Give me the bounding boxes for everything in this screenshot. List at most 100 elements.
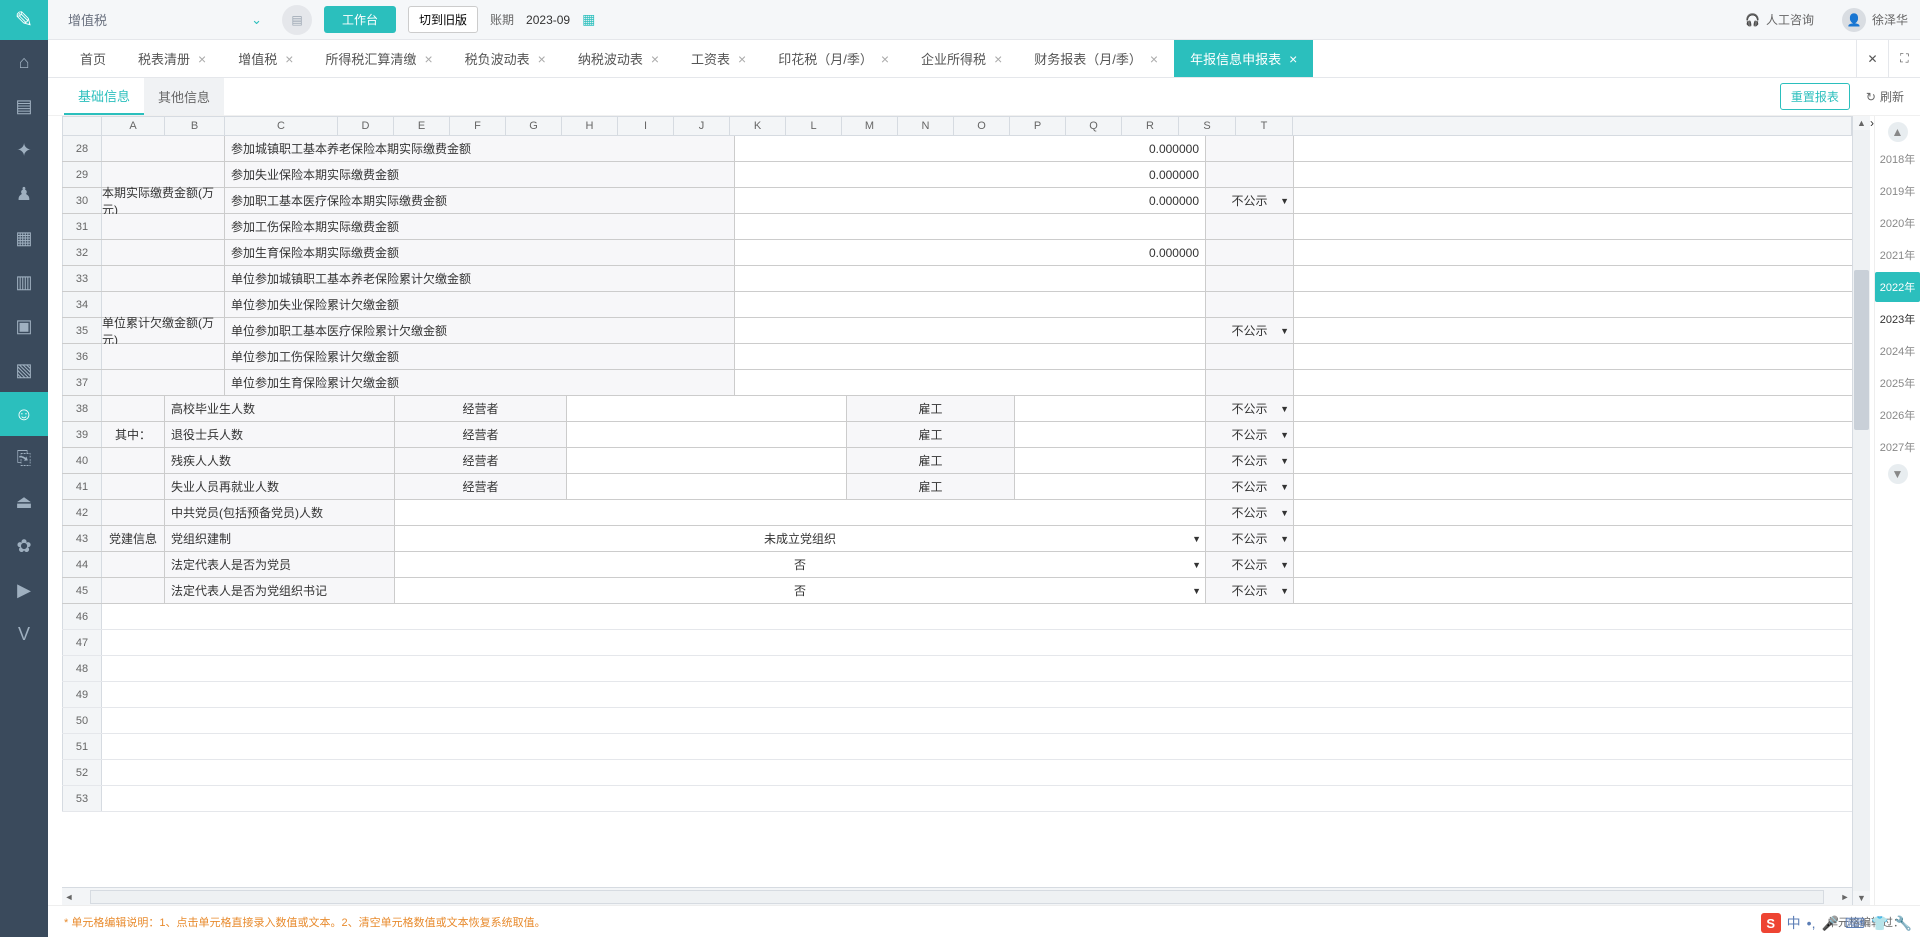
tab-首页[interactable]: 首页 <box>64 40 122 77</box>
subtab-basic[interactable]: 基础信息 <box>64 78 144 115</box>
row-header-46[interactable]: 46 <box>62 604 102 629</box>
row-header-51[interactable]: 51 <box>62 734 102 759</box>
column-header-D[interactable]: D <box>338 117 394 135</box>
row-header-32[interactable]: 32 <box>62 240 102 265</box>
close-icon[interactable]: × <box>881 51 889 67</box>
cell-value[interactable] <box>735 266 1206 291</box>
column-header-F[interactable]: F <box>450 117 506 135</box>
row-header-42[interactable]: 42 <box>62 500 102 525</box>
ime-punct-icon[interactable]: •, <box>1807 915 1816 931</box>
cell-value[interactable] <box>735 214 1206 239</box>
cell-value[interactable] <box>1015 474 1206 499</box>
cell-value[interactable] <box>567 448 847 473</box>
column-header-H[interactable]: H <box>562 117 618 135</box>
reset-report-button[interactable]: 重置报表 <box>1780 83 1850 110</box>
ime-skin-icon[interactable]: 👕 <box>1871 915 1888 932</box>
vertical-scrollbar[interactable]: ▲ ▼ <box>1852 116 1870 905</box>
row-header-33[interactable]: 33 <box>62 266 102 291</box>
row-header-35[interactable]: 35 <box>62 318 102 343</box>
nav-chart-icon[interactable]: ✦ <box>0 128 48 172</box>
ime-lang-icon[interactable]: 中 <box>1787 913 1801 933</box>
cell-value[interactable]: 0.000000 <box>735 240 1206 265</box>
column-header-O[interactable]: O <box>954 117 1010 135</box>
nav-play-icon[interactable]: ▶ <box>0 568 48 612</box>
tab-工资表[interactable]: 工资表× <box>675 40 762 77</box>
row-header-47[interactable]: 47 <box>62 630 102 655</box>
tab-税负波动表[interactable]: 税负波动表× <box>449 40 562 77</box>
support-link[interactable]: 🎧 人工咨询 <box>1745 11 1814 28</box>
disclose-select[interactable]: 不公示▼ <box>1206 188 1294 213</box>
column-header-I[interactable]: I <box>618 117 674 135</box>
cell-value[interactable]: 0.000000 <box>735 188 1206 213</box>
tab-增值税[interactable]: 增值税× <box>222 40 309 77</box>
select-all-corner[interactable] <box>62 117 102 135</box>
nav-tray-icon[interactable]: ⏏ <box>0 480 48 524</box>
row-header-45[interactable]: 45 <box>62 578 102 603</box>
year-2023年[interactable]: 2023年 <box>1875 304 1920 334</box>
period-value[interactable]: 2023-09 <box>526 13 570 27</box>
tab-企业所得税[interactable]: 企业所得税× <box>905 40 1018 77</box>
disclose-select[interactable]: 不公示▼ <box>1206 448 1294 473</box>
column-header-Q[interactable]: Q <box>1066 117 1122 135</box>
column-header-G[interactable]: G <box>506 117 562 135</box>
cell-select[interactable]: 否▼ <box>395 578 1206 603</box>
column-header-R[interactable]: R <box>1122 117 1179 135</box>
year-2021年[interactable]: 2021年 <box>1875 240 1920 270</box>
refresh-button[interactable]: ↻ 刷新 <box>1866 88 1904 105</box>
empty-cell[interactable] <box>102 630 1852 655</box>
document-icon[interactable]: ▤ <box>282 5 312 35</box>
cell-value[interactable] <box>1015 396 1206 421</box>
column-header-J[interactable]: J <box>674 117 730 135</box>
cell-value[interactable] <box>395 500 1206 525</box>
column-header-L[interactable]: L <box>786 117 842 135</box>
close-icon[interactable]: × <box>994 51 1002 67</box>
ime-keyboard-icon[interactable]: ⌨ <box>1845 915 1865 932</box>
row-header-48[interactable]: 48 <box>62 656 102 681</box>
tab-年报信息申报表[interactable]: 年报信息申报表× <box>1174 40 1313 77</box>
disclose-select[interactable]: 不公示▼ <box>1206 526 1294 551</box>
column-header-B[interactable]: B <box>165 117 225 135</box>
row-header-52[interactable]: 52 <box>62 760 102 785</box>
year-2018年[interactable]: 2018年 <box>1875 144 1920 174</box>
cell-value[interactable] <box>1015 422 1206 447</box>
user-menu[interactable]: 👤 徐泽华 <box>1842 8 1908 32</box>
disclose-select[interactable]: 不公示▼ <box>1206 422 1294 447</box>
year-down-icon[interactable]: ▼ <box>1888 464 1908 484</box>
cell-value[interactable] <box>735 344 1206 369</box>
close-icon[interactable]: × <box>651 51 659 67</box>
nav-clipboard-icon[interactable]: ▦ <box>0 216 48 260</box>
ime-logo-icon[interactable]: S <box>1761 913 1781 933</box>
cell-value[interactable] <box>1015 448 1206 473</box>
close-icon[interactable]: × <box>424 51 432 67</box>
year-2024年[interactable]: 2024年 <box>1875 336 1920 366</box>
column-header-K[interactable]: K <box>730 117 786 135</box>
row-header-36[interactable]: 36 <box>62 344 102 369</box>
row-header-37[interactable]: 37 <box>62 370 102 395</box>
disclose-select[interactable]: 不公示▼ <box>1206 552 1294 577</box>
empty-cell[interactable] <box>102 656 1852 681</box>
empty-cell[interactable] <box>102 708 1852 733</box>
column-header-S[interactable]: S <box>1179 117 1236 135</box>
tab-close-all[interactable]: ✕ <box>1856 40 1888 77</box>
column-header-E[interactable]: E <box>394 117 450 135</box>
disclose-select[interactable]: 不公示▼ <box>1206 318 1294 343</box>
cell-value[interactable]: 0.000000 <box>735 136 1206 161</box>
empty-cell[interactable] <box>102 682 1852 707</box>
cell-select[interactable]: 否▼ <box>395 552 1206 577</box>
row-header-29[interactable]: 29 <box>62 162 102 187</box>
close-icon[interactable]: × <box>1289 51 1297 67</box>
nav-list-icon[interactable]: ▥ <box>0 260 48 304</box>
year-2019年[interactable]: 2019年 <box>1875 176 1920 206</box>
row-header-53[interactable]: 53 <box>62 786 102 811</box>
cell-value[interactable] <box>567 422 847 447</box>
nav-gear-icon[interactable]: ✿ <box>0 524 48 568</box>
close-icon[interactable]: × <box>198 51 206 67</box>
row-header-41[interactable]: 41 <box>62 474 102 499</box>
close-icon[interactable]: × <box>738 51 746 67</box>
nav-home-icon[interactable]: ⌂ <box>0 40 48 84</box>
row-header-43[interactable]: 43 <box>62 526 102 551</box>
cell-select[interactable]: 未成立党组织▼ <box>395 526 1206 551</box>
column-header-A[interactable]: A <box>102 117 165 135</box>
close-icon[interactable]: × <box>285 51 293 67</box>
row-header-40[interactable]: 40 <box>62 448 102 473</box>
